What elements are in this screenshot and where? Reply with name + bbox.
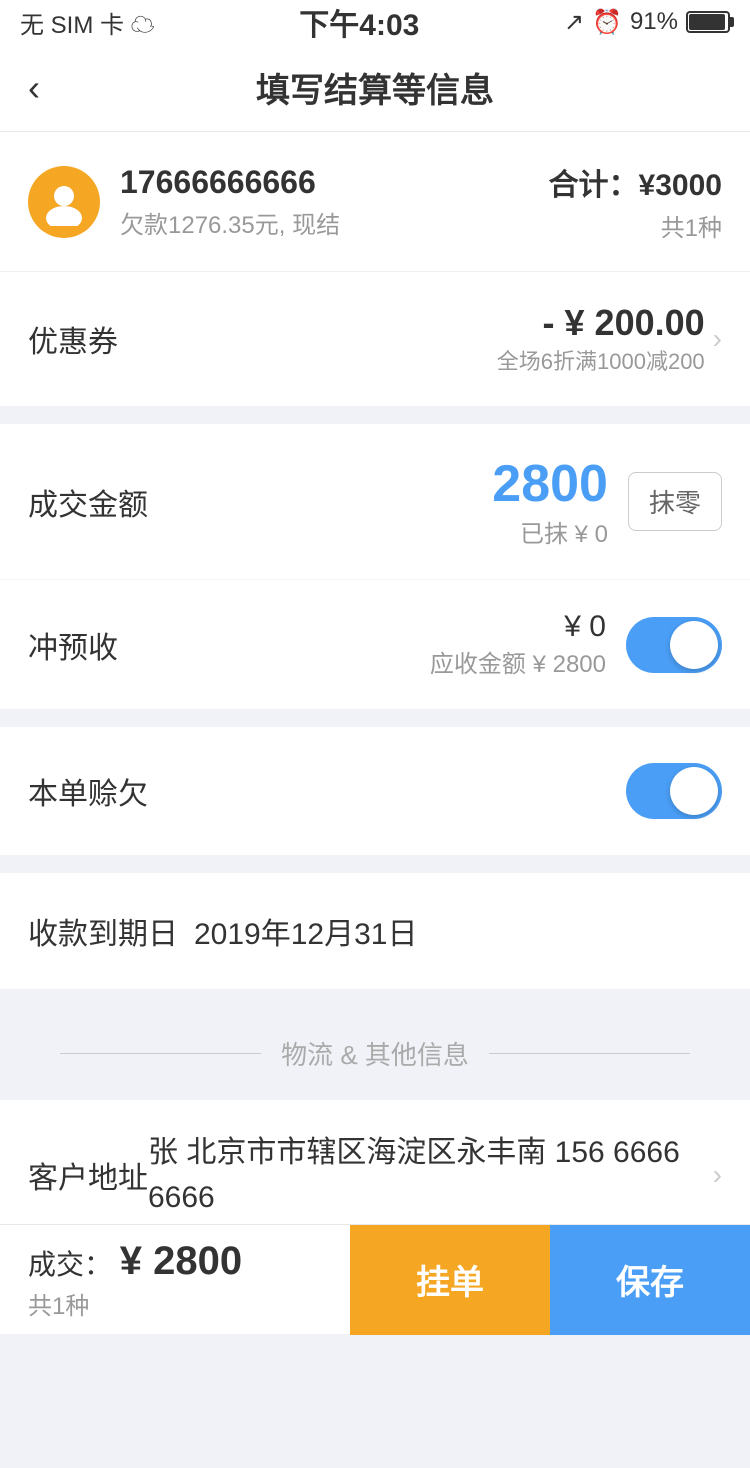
coupon-sub-text: 全场6折满1000减200 — [497, 344, 705, 376]
amount-row: 成交金额 2800 已抹 ¥ 0 抹零 — [0, 424, 750, 580]
due-date-value: 2019年12月31日 — [194, 909, 417, 953]
divider-line-right — [489, 1053, 690, 1054]
status-right: ↗ ⏰ 91% — [564, 8, 730, 37]
amount-center: 2800 已抹 ¥ 0 — [492, 454, 608, 549]
status-time: 下午4:03 — [299, 0, 419, 44]
summary-count: 共1种 — [28, 1286, 350, 1321]
prepay-row: 冲预收 ¥ 0 应收金额 ¥ 2800 — [0, 580, 750, 709]
bottom-bar: 成交： ¥ 2800 共1种 挂单 保存 — [0, 1224, 750, 1334]
due-date-label: 收款到期日 — [28, 909, 178, 953]
coupon-label: 优惠券 — [28, 317, 497, 361]
prepay-label: 冲预收 — [28, 623, 430, 667]
summary-label: 成交： — [28, 1249, 112, 1280]
bottom-summary: 成交： ¥ 2800 共1种 — [0, 1239, 350, 1321]
total-count: 共1种 — [549, 208, 722, 243]
battery-icon — [686, 11, 730, 33]
status-left: 无 SIM 卡 ☁ — [20, 5, 155, 40]
logistics-label: 物流 & 其他信息 — [281, 1035, 469, 1072]
summary-amount: ¥ 2800 — [120, 1239, 242, 1283]
prepay-info: ¥ 0 应收金额 ¥ 2800 — [430, 610, 606, 679]
user-avatar-icon — [40, 178, 88, 226]
page-title: 填写结算等信息 — [256, 63, 494, 112]
signal-icon: ↗ — [564, 8, 584, 37]
debt-section: 本单赊欠 — [0, 727, 750, 855]
amount-sub: 已抹 ¥ 0 — [520, 514, 608, 549]
total-amount: 合计：¥3000 — [549, 160, 722, 204]
avatar — [28, 166, 100, 238]
summary-label-row: 成交： ¥ 2800 — [28, 1239, 350, 1284]
user-info: 17666666666 欠款1276.35元, 现结 — [120, 164, 549, 240]
address-label: 客户地址 — [28, 1153, 148, 1197]
amount-section: 成交金额 2800 已抹 ¥ 0 抹零 冲预收 ¥ 0 应收金额 ¥ 2800 — [0, 424, 750, 709]
chevron-right-icon: › — [713, 323, 722, 355]
save-button[interactable]: 保存 — [550, 1225, 750, 1335]
battery-percent: 91% — [630, 8, 678, 36]
user-row: 17666666666 欠款1276.35元, 现结 合计：¥3000 共1种 — [0, 132, 750, 271]
debt-toggle[interactable] — [626, 763, 722, 819]
debt-label: 本单赊欠 — [28, 769, 626, 813]
pending-button[interactable]: 挂单 — [350, 1225, 550, 1335]
prepay-sub: 应收金额 ¥ 2800 — [430, 644, 606, 679]
amount-label: 成交金额 — [28, 480, 492, 524]
user-info-section: 17666666666 欠款1276.35元, 现结 合计：¥3000 共1种 … — [0, 132, 750, 406]
address-chevron-icon: › — [713, 1159, 722, 1191]
user-phone: 17666666666 — [120, 164, 549, 201]
user-total: 合计：¥3000 共1种 — [549, 160, 722, 243]
coupon-info: - ¥ 200.00 全场6折满1000减200 — [497, 302, 705, 376]
status-bar: 无 SIM 卡 ☁ 下午4:03 ↗ ⏰ 91% — [0, 0, 750, 44]
sim-status: 无 SIM 卡 ☁ — [20, 5, 155, 40]
user-sub-text: 欠款1276.35元, 现结 — [120, 205, 549, 240]
alarm-icon: ⏰ — [592, 8, 622, 37]
back-button[interactable]: ‹ — [28, 67, 40, 109]
prepay-toggle[interactable] — [626, 617, 722, 673]
due-date-section: 收款到期日 2019年12月31日 — [0, 873, 750, 989]
address-value: 张 北京市市辖区海淀区永丰南 156 6666 6666 — [148, 1130, 705, 1220]
amount-value: 2800 — [492, 454, 608, 514]
round-zero-button[interactable]: 抹零 — [628, 472, 722, 531]
prepay-amount: ¥ 0 — [430, 610, 606, 644]
nav-bar: ‹ 填写结算等信息 — [0, 44, 750, 132]
logistics-divider: 物流 & 其他信息 — [0, 1007, 750, 1100]
coupon-discount: - ¥ 200.00 — [497, 302, 705, 344]
coupon-row[interactable]: 优惠券 - ¥ 200.00 全场6折满1000减200 › — [0, 271, 750, 406]
divider-line-left — [60, 1053, 261, 1054]
